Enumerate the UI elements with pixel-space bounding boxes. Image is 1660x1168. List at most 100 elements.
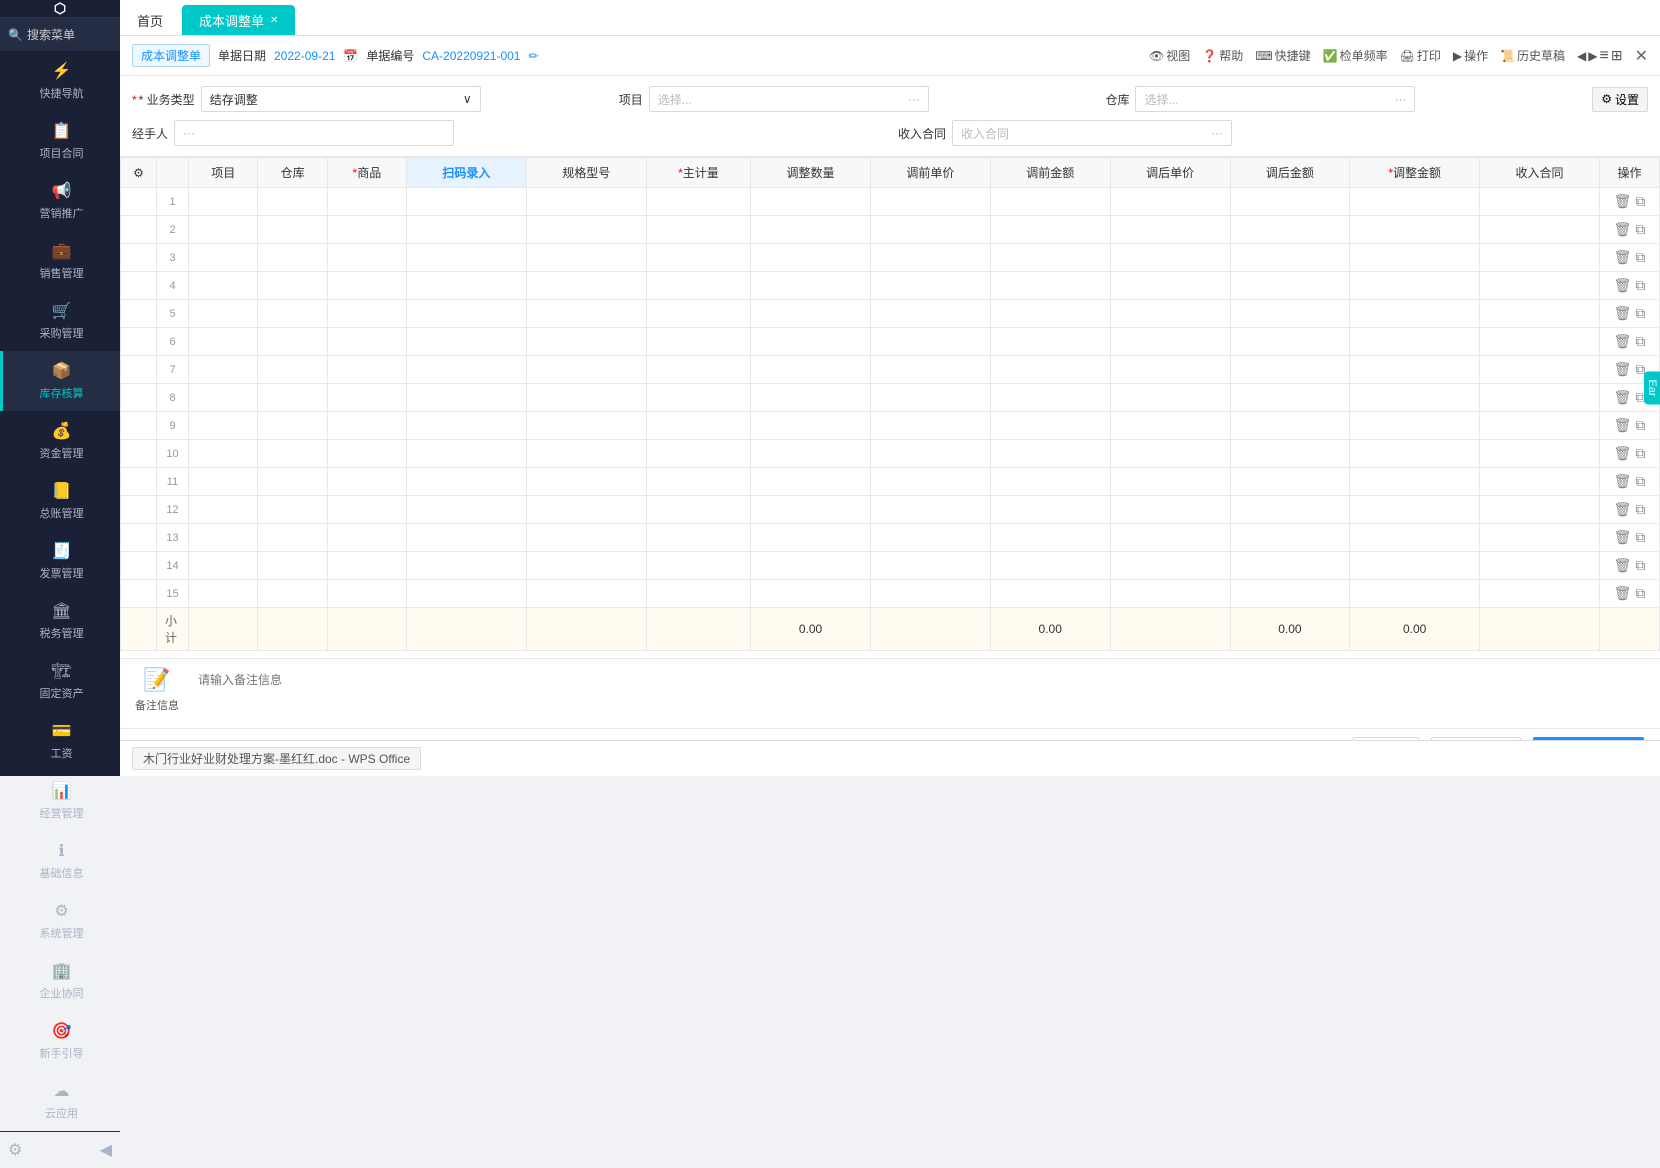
table-cell[interactable] — [870, 524, 990, 552]
copy-row-icon[interactable]: ⧉ — [1635, 333, 1645, 350]
table-cell[interactable] — [526, 524, 646, 552]
table-cell[interactable] — [1480, 496, 1600, 524]
table-cell[interactable] — [646, 496, 750, 524]
table-cell[interactable] — [990, 300, 1110, 328]
table-cell[interactable] — [1480, 580, 1600, 608]
table-cell[interactable] — [1230, 524, 1350, 552]
copy-row-icon[interactable]: ⧉ — [1635, 277, 1645, 294]
table-cell[interactable] — [870, 188, 990, 216]
table-cell[interactable] — [1230, 244, 1350, 272]
table-cell[interactable] — [1350, 412, 1480, 440]
table-cell[interactable] — [1480, 440, 1600, 468]
table-cell[interactable] — [1110, 524, 1230, 552]
table-cell[interactable] — [1230, 188, 1350, 216]
table-cell[interactable] — [1350, 580, 1480, 608]
table-cell[interactable] — [526, 216, 646, 244]
table-cell[interactable] — [870, 496, 990, 524]
table-cell[interactable] — [327, 356, 406, 384]
delete-row-icon[interactable]: 🗑 — [1614, 305, 1632, 322]
table-cell[interactable] — [1480, 524, 1600, 552]
sidebar-item-new-guide[interactable]: 🎯 新手引导 — [0, 1011, 120, 1071]
table-cell[interactable] — [1480, 328, 1600, 356]
table-cell[interactable] — [990, 328, 1110, 356]
table-cell[interactable] — [121, 524, 157, 552]
prev-page-button[interactable]: ◀ — [1577, 49, 1586, 63]
table-cell[interactable] — [990, 244, 1110, 272]
table-cell[interactable] — [870, 552, 990, 580]
table-cell[interactable] — [646, 468, 750, 496]
table-cell[interactable] — [258, 356, 327, 384]
copy-row-icon[interactable]: ⧉ — [1635, 473, 1645, 490]
tab-close-icon[interactable]: ✕ — [270, 15, 278, 26]
table-cell[interactable] — [526, 580, 646, 608]
table-cell[interactable] — [751, 496, 871, 524]
table-cell[interactable] — [327, 412, 406, 440]
copy-row-icon[interactable]: ⧉ — [1635, 557, 1645, 574]
table-cell[interactable] — [407, 272, 527, 300]
table-cell[interactable] — [990, 384, 1110, 412]
table-cell[interactable] — [327, 216, 406, 244]
table-cell[interactable] — [121, 384, 157, 412]
table-cell[interactable] — [1350, 468, 1480, 496]
table-cell[interactable] — [258, 272, 327, 300]
table-cell[interactable] — [189, 356, 258, 384]
delete-row-icon[interactable]: 🗑 — [1614, 417, 1632, 434]
table-cell[interactable] — [990, 216, 1110, 244]
delete-row-icon[interactable]: 🗑 — [1614, 529, 1632, 546]
table-cell[interactable] — [1480, 552, 1600, 580]
table-cell[interactable] — [646, 300, 750, 328]
sidebar-item-tax-mgmt[interactable]: 🏛 税务管理 — [0, 591, 120, 651]
table-cell[interactable] — [121, 412, 157, 440]
delete-row-icon[interactable]: 🗑 — [1614, 445, 1632, 462]
table-cell[interactable] — [870, 580, 990, 608]
project-input[interactable]: 选择... ··· — [649, 86, 929, 112]
table-cell[interactable] — [1110, 244, 1230, 272]
sidebar-item-cloud-app[interactable]: ☁ 云应用 — [0, 1071, 120, 1131]
table-cell[interactable] — [1230, 272, 1350, 300]
table-cell[interactable] — [751, 384, 871, 412]
table-cell[interactable] — [258, 496, 327, 524]
table-cell[interactable] — [526, 412, 646, 440]
table-cell[interactable] — [407, 524, 527, 552]
table-cell[interactable] — [407, 552, 527, 580]
table-cell[interactable] — [258, 580, 327, 608]
table-cell[interactable] — [327, 496, 406, 524]
table-cell[interactable] — [870, 272, 990, 300]
copy-row-icon[interactable]: ⧉ — [1635, 445, 1645, 462]
table-cell[interactable] — [1110, 384, 1230, 412]
table-cell[interactable] — [258, 300, 327, 328]
sidebar-item-sales-mgmt[interactable]: 💼 销售管理 — [0, 231, 120, 291]
table-cell[interactable] — [751, 216, 871, 244]
table-cell[interactable] — [1480, 188, 1600, 216]
table-cell[interactable] — [189, 300, 258, 328]
table-cell[interactable] — [1230, 552, 1350, 580]
table-cell[interactable] — [1350, 552, 1480, 580]
table-cell[interactable] — [646, 216, 750, 244]
table-cell[interactable] — [990, 496, 1110, 524]
review-action[interactable]: ✅ 检单频率 — [1323, 47, 1388, 64]
table-cell[interactable] — [1110, 412, 1230, 440]
table-cell[interactable] — [1110, 216, 1230, 244]
sidebar-item-inventory-calc[interactable]: 📦 库存核算 — [0, 351, 120, 411]
table-cell[interactable] — [751, 552, 871, 580]
table-cell[interactable] — [751, 468, 871, 496]
sidebar-item-invoice-mgmt[interactable]: 🧾 发票管理 — [0, 531, 120, 591]
warehouse-input[interactable]: 选择... ··· — [1135, 86, 1415, 112]
table-cell[interactable] — [407, 496, 527, 524]
table-cell[interactable] — [189, 552, 258, 580]
table-cell[interactable] — [407, 300, 527, 328]
table-cell[interactable] — [646, 244, 750, 272]
table-cell[interactable] — [1480, 244, 1600, 272]
sidebar-item-basic-info[interactable]: ℹ 基础信息 — [0, 831, 120, 891]
table-cell[interactable] — [526, 440, 646, 468]
table-cell[interactable] — [526, 468, 646, 496]
table-cell[interactable] — [1230, 328, 1350, 356]
table-cell[interactable] — [1110, 468, 1230, 496]
table-cell[interactable] — [407, 580, 527, 608]
shortcut-action[interactable]: ⌨ 快捷键 — [1255, 47, 1310, 64]
delete-row-icon[interactable]: 🗑 — [1614, 557, 1632, 574]
grid-view-button[interactable]: ⊞ — [1611, 47, 1623, 64]
table-cell[interactable] — [870, 468, 990, 496]
right-panel-hint[interactable]: Ear — [1644, 371, 1660, 404]
view-action[interactable]: 👁 视图 — [1149, 47, 1190, 64]
